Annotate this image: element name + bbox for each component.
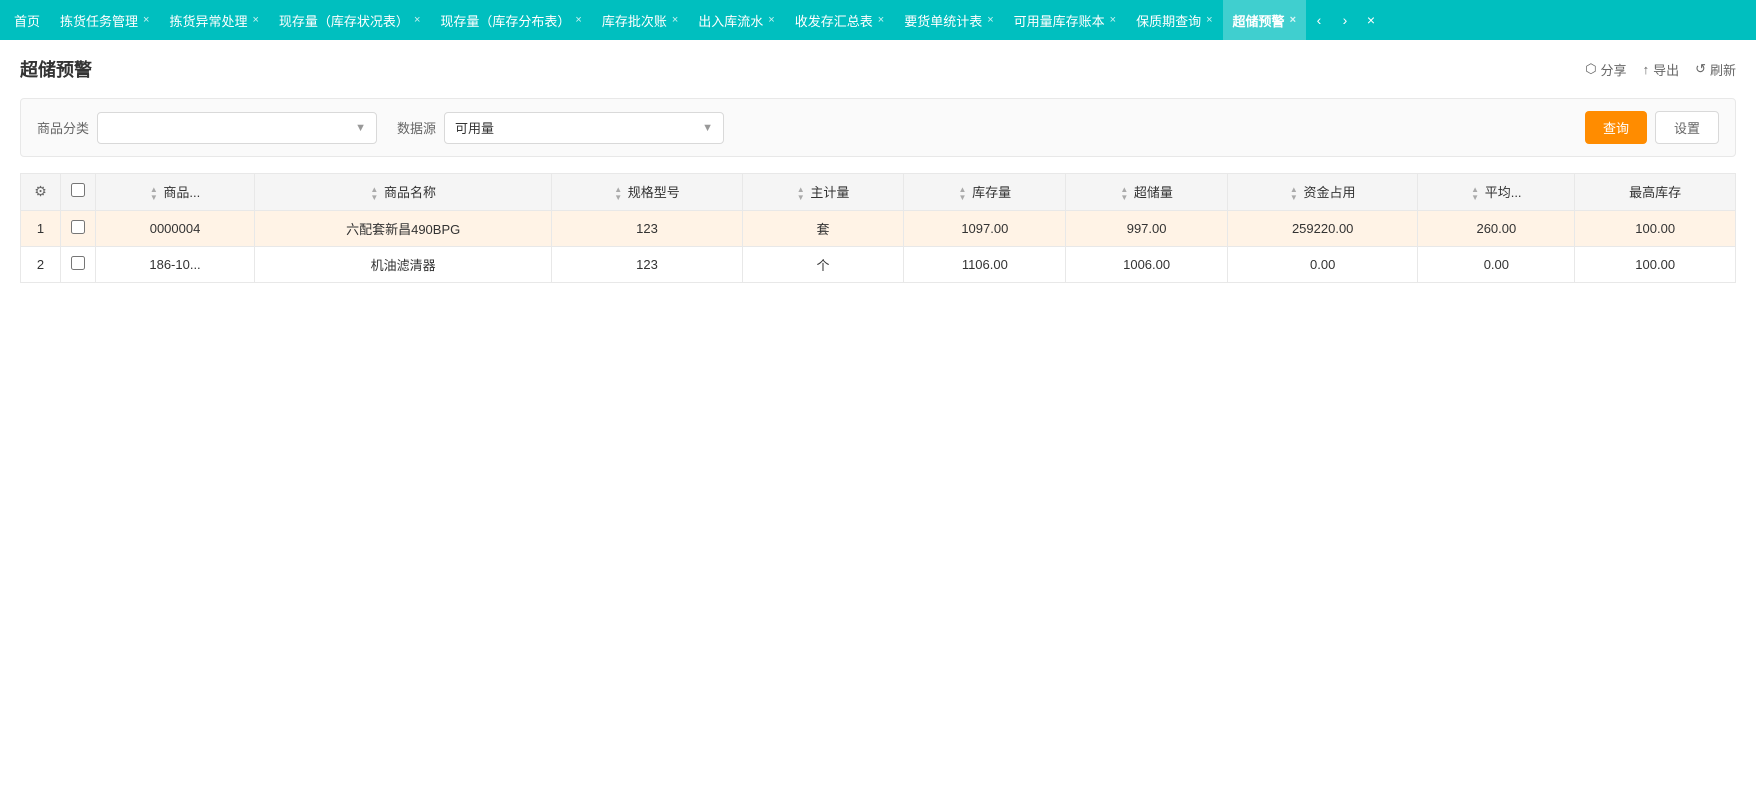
row-checkbox-cell [61,246,96,282]
sort-icon: ▲▼ [150,186,158,202]
row-checkbox-cell [61,210,96,246]
row-num: 2 [21,246,61,282]
share-button[interactable]: ⬡ 分享 [1585,60,1626,79]
close-icon[interactable]: × [1206,14,1212,26]
row-over-stock: 1006.00 [1066,246,1228,282]
nav-pick-exception[interactable]: 拣货异常处理 × [159,0,268,40]
row-checkbox[interactable] [71,256,85,270]
table-row: 1 0000004 六配套新昌490BPG 123 套 1097.00 997.… [21,210,1736,246]
col-product-name[interactable]: ▲▼ 商品名称 [255,174,552,211]
row-avg: 260.00 [1418,210,1575,246]
header-actions: ⬡ 分享 ↑ 导出 ↺ 刷新 [1585,60,1736,79]
row-product-name: 机油滤清器 [255,246,552,282]
sort-icon: ▲▼ [614,186,622,202]
category-label: 商品分类 [37,118,89,137]
row-checkbox[interactable] [71,220,85,234]
sort-icon: ▲▼ [1471,186,1479,202]
datasource-select[interactable]: 可用量 ▼ [444,112,724,144]
settings-button[interactable]: 设置 [1655,111,1719,144]
refresh-button[interactable]: ↺ 刷新 [1695,60,1736,79]
col-over-stock[interactable]: ▲▼ 超储量 [1066,174,1228,211]
row-product-code: 186-10... [96,246,255,282]
col-gear[interactable]: ⚙ [21,174,61,211]
nav-stock-batch[interactable]: 库存批次账 × [592,0,688,40]
close-icon[interactable]: × [1290,14,1296,26]
col-avg[interactable]: ▲▼ 平均... [1418,174,1575,211]
nav-prev-button[interactable]: ‹ [1306,0,1332,40]
select-all-checkbox[interactable] [71,183,85,197]
export-icon: ↑ [1643,62,1650,77]
sort-icon: ▲▼ [1290,186,1298,202]
nav-next-button[interactable]: › [1332,0,1358,40]
export-button[interactable]: ↑ 导出 [1643,60,1680,79]
col-max-stock: 最高库存 [1575,174,1736,211]
row-unit: 套 [742,210,904,246]
close-icon[interactable]: × [143,14,149,26]
row-unit: 个 [742,246,904,282]
sort-icon: ▲▼ [797,186,805,202]
page-title: 超储预警 [20,56,92,82]
close-icon[interactable]: × [1110,14,1116,26]
close-icon[interactable]: × [672,14,678,26]
sort-icon: ▲▼ [959,186,967,202]
close-icon[interactable]: × [987,14,993,26]
row-max-stock: 100.00 [1575,246,1736,282]
gear-icon[interactable]: ⚙ [34,183,47,199]
filter-bar: 商品分类 ▼ 数据源 可用量 ▼ 查询 设置 [20,98,1736,157]
row-avg: 0.00 [1418,246,1575,282]
col-spec[interactable]: ▲▼ 规格型号 [552,174,742,211]
close-icon[interactable]: × [575,14,581,26]
row-product-name: 六配套新昌490BPG [255,210,552,246]
query-button[interactable]: 查询 [1585,111,1647,144]
nav-inout-flow[interactable]: 出入库流水 × [688,0,784,40]
row-over-stock: 997.00 [1066,210,1228,246]
nav-recv-send[interactable]: 收发存汇总表 × [785,0,894,40]
row-capital: 259220.00 [1228,210,1418,246]
nav-close-button[interactable]: × [1358,0,1384,40]
top-navigation: 首页 拣货任务管理 × 拣货异常处理 × 现存量（库存状况表） × 现存量（库存… [0,0,1756,40]
page-header: 超储预警 ⬡ 分享 ↑ 导出 ↺ 刷新 [20,56,1736,82]
refresh-icon: ↺ [1695,61,1706,77]
datasource-filter: 数据源 可用量 ▼ [397,112,724,144]
nav-stock-dist[interactable]: 现存量（库存分布表） × [430,0,591,40]
close-icon[interactable]: × [878,14,884,26]
close-icon[interactable]: × [414,14,420,26]
datasource-label: 数据源 [397,118,436,137]
page-content: 超储预警 ⬡ 分享 ↑ 导出 ↺ 刷新 商品分类 ▼ 数据源 [0,40,1756,800]
sort-icon: ▲▼ [370,186,378,202]
col-capital[interactable]: ▲▼ 资金占用 [1228,174,1418,211]
row-product-code: 0000004 [96,210,255,246]
row-stock: 1106.00 [904,246,1066,282]
data-table: ⚙ ▲▼ 商品... ▲▼ 商品名称 ▲▼ 规格型号 ▲▼ [20,173,1736,283]
table-header-row: ⚙ ▲▼ 商品... ▲▼ 商品名称 ▲▼ 规格型号 ▲▼ [21,174,1736,211]
row-num: 1 [21,210,61,246]
col-checkbox [61,174,96,211]
col-stock[interactable]: ▲▼ 库存量 [904,174,1066,211]
row-stock: 1097.00 [904,210,1066,246]
datasource-select-value: 可用量 [455,118,494,137]
nav-order-stats[interactable]: 要货单统计表 × [894,0,1003,40]
row-max-stock: 100.00 [1575,210,1736,246]
nav-overstock-warning[interactable]: 超储预警 × [1223,0,1306,40]
col-unit[interactable]: ▲▼ 主计量 [742,174,904,211]
category-select[interactable]: ▼ [97,112,377,144]
row-capital: 0.00 [1228,246,1418,282]
nav-stock-status[interactable]: 现存量（库存状况表） × [269,0,430,40]
chevron-down-icon: ▼ [702,122,713,134]
nav-usable-stock[interactable]: 可用量库存账本 × [1004,0,1126,40]
row-spec: 123 [552,210,742,246]
col-product-code[interactable]: ▲▼ 商品... [96,174,255,211]
category-filter: 商品分类 ▼ [37,112,377,144]
filter-actions: 查询 设置 [1585,111,1719,144]
nav-pick-task[interactable]: 拣货任务管理 × [50,0,159,40]
nav-home[interactable]: 首页 [4,0,50,40]
close-icon[interactable]: × [768,14,774,26]
sort-icon: ▲▼ [1120,186,1128,202]
table-row: 2 186-10... 机油滤清器 123 个 1106.00 1006.00 … [21,246,1736,282]
nav-quality-expiry[interactable]: 保质期查询 × [1126,0,1222,40]
share-icon: ⬡ [1585,61,1596,77]
chevron-down-icon: ▼ [355,122,366,134]
row-spec: 123 [552,246,742,282]
close-icon[interactable]: × [252,14,258,26]
